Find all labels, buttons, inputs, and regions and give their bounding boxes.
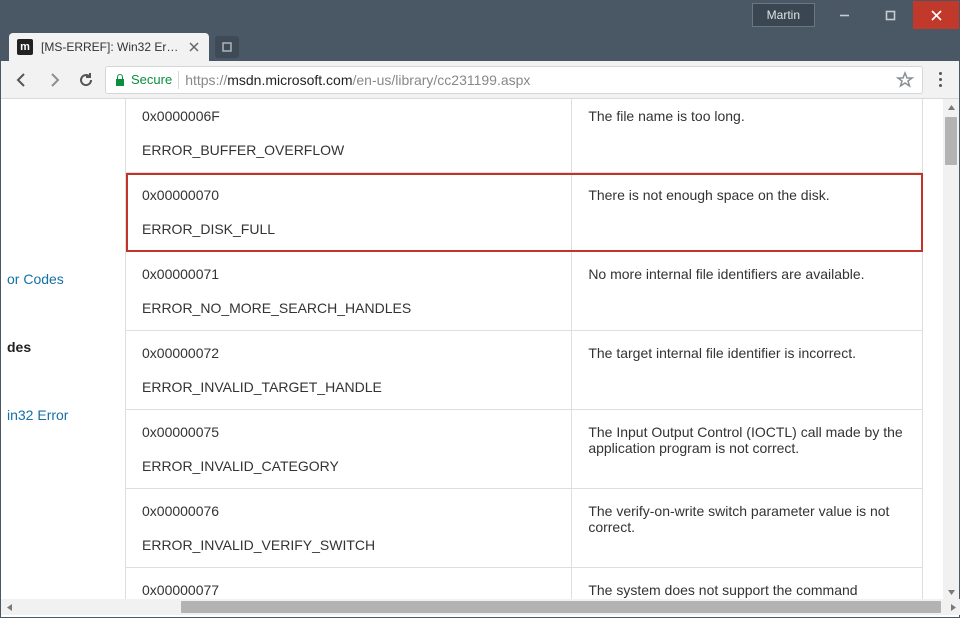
table-row: 0x0000006F ERROR_BUFFER_OVERFLOW The file … (126, 99, 923, 173)
sidebar-item-error-codes[interactable]: or Codes (7, 271, 64, 287)
new-tab-button[interactable] (215, 36, 239, 58)
error-code-cell: 0x00000076 ERROR_INVALID_VERIFY_SWITCH (126, 489, 572, 568)
table-row: 0x00000071 ERROR_NO_MORE_SEARCH_HANDLES No… (126, 252, 923, 331)
error-code-cell: 0x00000075 ERROR_INVALID_CATEGORY (126, 410, 572, 489)
sidebar-item-win32-error[interactable]: in32 Error (7, 407, 68, 423)
error-code-cell: 0x00000071 ERROR_NO_MORE_SEARCH_HANDLES (126, 252, 572, 331)
error-desc: The verify-on-write switch parameter val… (588, 503, 889, 535)
error-code: 0x00000075 (142, 424, 555, 440)
back-button[interactable] (9, 67, 35, 93)
error-desc-cell: The Input Output Control (IOCTL) call ma… (572, 410, 923, 489)
scroll-down-icon[interactable] (943, 584, 959, 600)
error-code: 0x0000006F (142, 108, 555, 124)
error-codes-table: 0x0000006F ERROR_BUFFER_OVERFLOW The file … (125, 99, 923, 600)
error-desc: There is not enough space on the disk. (588, 187, 829, 203)
scroll-left-icon[interactable] (1, 599, 17, 615)
window-titlebar: Martin (1, 1, 959, 29)
user-name: Martin (767, 8, 800, 22)
table-row: 0x00000076 ERROR_INVALID_VERIFY_SWITCH The… (126, 489, 923, 568)
page-content[interactable]: or Codes des in32 Error 0x0000006F ERROR_… (1, 99, 945, 600)
error-code-cell: 0x00000077ERROR_BAD_DRIVER_LEVEL (126, 568, 572, 601)
error-name: ERROR_INVALID_TARGET_HANDLE (142, 379, 382, 395)
error-code: 0x00000070 (142, 187, 555, 203)
user-badge[interactable]: Martin (752, 3, 815, 27)
secure-label: Secure (131, 72, 172, 87)
error-desc-cell: No more internal file identifiers are av… (572, 252, 923, 331)
error-name: ERROR_INVALID_CATEGORY (142, 458, 339, 474)
forward-button[interactable] (41, 67, 67, 93)
error-desc-cell: There is not enough space on the disk. (572, 173, 923, 252)
table-row: 0x00000070 ERROR_DISK_FULL There is not en… (126, 173, 923, 252)
window-buttons (821, 1, 959, 29)
maximize-button[interactable] (867, 1, 913, 29)
horizontal-scroll-thumb[interactable] (181, 601, 941, 613)
url-host: msdn.microsoft.com (227, 72, 352, 88)
url-scheme: https (185, 72, 215, 88)
error-name: ERROR_BUFFER_OVERFLOW (142, 142, 344, 158)
url-path: /en-us/library/cc231199.aspx (352, 72, 530, 88)
favicon-icon: m (17, 39, 33, 55)
error-desc: The file name is too long. (588, 108, 744, 124)
table-row: 0x00000072 ERROR_INVALID_TARGET_HANDLE The… (126, 331, 923, 410)
url-box[interactable]: Secure https://msdn.microsoft.com/en-us/… (105, 66, 923, 94)
error-name: ERROR_DISK_FULL (142, 221, 275, 237)
error-desc: No more internal file identifiers are av… (588, 266, 864, 282)
scroll-up-icon[interactable] (943, 99, 959, 115)
error-code: 0x00000077 (142, 582, 555, 598)
error-desc: The system does not support the command … (588, 582, 857, 600)
error-desc: The target internal file identifier is i… (588, 345, 856, 361)
lock-icon (114, 73, 126, 87)
horizontal-scrollbar[interactable] (1, 599, 960, 615)
error-name: ERROR_NO_MORE_SEARCH_HANDLES (142, 300, 411, 316)
secure-indicator: Secure (114, 72, 172, 87)
address-bar: Secure https://msdn.microsoft.com/en-us/… (1, 61, 959, 99)
tab-close-icon[interactable] (189, 42, 199, 52)
doc-sidebar: or Codes des in32 Error (7, 99, 117, 475)
sidebar-item-current[interactable]: des (7, 339, 31, 355)
error-code: 0x00000072 (142, 345, 555, 361)
tab-title: [MS-ERREF]: Win32 Erro… (41, 40, 181, 54)
error-code-cell: 0x00000070 ERROR_DISK_FULL (126, 173, 572, 252)
url-text: https://msdn.microsoft.com/en-us/library… (185, 72, 530, 88)
error-code-cell: 0x0000006F ERROR_BUFFER_OVERFLOW (126, 99, 572, 173)
browser-tab[interactable]: m [MS-ERREF]: Win32 Erro… (9, 33, 209, 61)
error-code-cell: 0x00000072 ERROR_INVALID_TARGET_HANDLE (126, 331, 572, 410)
close-button[interactable] (913, 1, 959, 29)
browser-menu-button[interactable] (929, 72, 951, 87)
page-viewport: or Codes des in32 Error 0x0000006F ERROR_… (1, 99, 959, 615)
minimize-button[interactable] (821, 1, 867, 29)
error-desc-cell: The target internal file identifier is i… (572, 331, 923, 410)
error-desc-cell: The system does not support the command … (572, 568, 923, 601)
error-desc-cell: The file name is too long. (572, 99, 923, 173)
table-row: 0x00000077ERROR_BAD_DRIVER_LEVEL The syst… (126, 568, 923, 601)
bookmark-star-icon[interactable] (896, 71, 914, 89)
error-name: ERROR_INVALID_VERIFY_SWITCH (142, 537, 375, 553)
error-desc: The Input Output Control (IOCTL) call ma… (588, 424, 902, 456)
table-row: 0x00000075 ERROR_INVALID_CATEGORY The Inpu… (126, 410, 923, 489)
error-desc-cell: The verify-on-write switch parameter val… (572, 489, 923, 568)
url-separator (178, 71, 179, 89)
error-code: 0x00000071 (142, 266, 555, 282)
vertical-scrollbar[interactable] (943, 99, 959, 600)
tab-strip: m [MS-ERREF]: Win32 Erro… (1, 29, 959, 61)
vertical-scroll-thumb[interactable] (945, 117, 957, 165)
scroll-right-icon[interactable] (945, 599, 960, 615)
error-code: 0x00000076 (142, 503, 555, 519)
reload-button[interactable] (73, 67, 99, 93)
